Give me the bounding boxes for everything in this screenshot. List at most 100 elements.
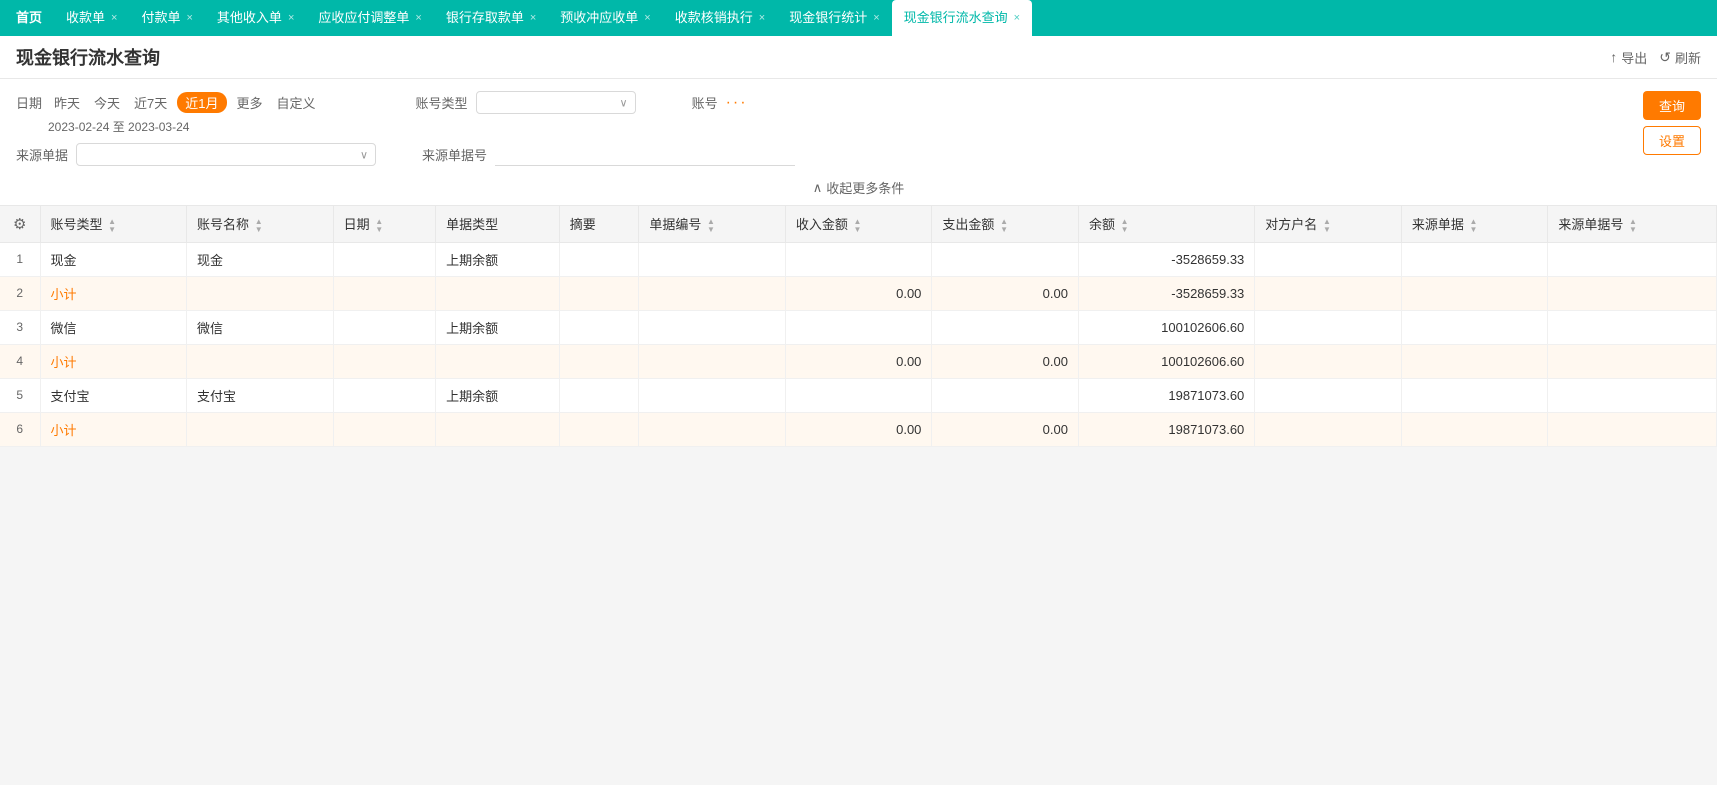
nav-item-bank-flow[interactable]: 现金银行流水查询 ×	[892, 0, 1032, 36]
account-ellipsis-btn[interactable]: ···	[726, 94, 748, 112]
nav-item-bank-deposit[interactable]: 银行存取款单 ×	[434, 0, 548, 36]
cell-account-name: 支付宝	[187, 378, 334, 412]
cell-income: 0.00	[785, 412, 932, 446]
source-doc-no-sort[interactable]: ▲▼	[1629, 218, 1637, 234]
nav-bank-flow-label: 现金银行流水查询	[904, 0, 1008, 36]
query-button[interactable]: 查询	[1643, 91, 1701, 120]
cell-doc-type: 上期余额	[436, 242, 560, 276]
nav-item-ar-ap-adjust[interactable]: 应收应付调整单 ×	[306, 0, 433, 36]
refresh-icon: ↺	[1659, 49, 1671, 66]
date-opt-today[interactable]: 今天	[90, 92, 124, 113]
cell-source-doc-no	[1548, 412, 1717, 446]
nav-prepaid-close[interactable]: ×	[644, 0, 650, 36]
nav-item-bank-stats[interactable]: 现金银行统计 ×	[777, 0, 891, 36]
data-table: ⚙ 账号类型 ▲▼ 账号名称 ▲▼ 日期 ▲▼ 单据类型 摘	[0, 206, 1717, 447]
cell-idx: 2	[0, 276, 40, 310]
cell-date	[333, 310, 436, 344]
nav-receipt-close[interactable]: ×	[111, 0, 117, 36]
table-body: 1现金现金上期余额-3528659.332小计0.000.00-3528659.…	[0, 242, 1717, 446]
col-summary-label: 摘要	[570, 217, 596, 232]
cell-doc-no	[639, 310, 786, 344]
cell-account-type: 现金	[40, 242, 187, 276]
cell-summary	[559, 344, 639, 378]
cell-income	[785, 378, 932, 412]
table-row: 1现金现金上期余额-3528659.33	[0, 242, 1717, 276]
cell-balance: 100102606.60	[1078, 344, 1254, 378]
account-name-sort[interactable]: ▲▼	[255, 218, 263, 234]
source-doc-label: 来源单据	[16, 145, 68, 164]
col-gear[interactable]: ⚙	[0, 206, 40, 242]
nav-bank-stats-close[interactable]: ×	[873, 0, 879, 36]
cell-expense	[932, 310, 1079, 344]
date-opt-more[interactable]: 更多	[233, 92, 267, 113]
nav-item-other-income[interactable]: 其他收入单 ×	[205, 0, 306, 36]
balance-sort[interactable]: ▲▼	[1121, 218, 1129, 234]
nav-bank-deposit-label: 银行存取款单	[446, 0, 524, 36]
cell-source-doc-no	[1548, 242, 1717, 276]
account-type-select-wrapper[interactable]	[476, 91, 636, 114]
source-doc-select[interactable]	[76, 143, 376, 166]
export-button[interactable]: ↑ 导出	[1610, 48, 1647, 67]
col-expense: 支出金额 ▲▼	[932, 206, 1079, 242]
date-opt-7days[interactable]: 近7天	[130, 92, 171, 113]
table-gear-icon[interactable]: ⚙	[13, 215, 26, 233]
nav-item-receipt[interactable]: 收款单 ×	[54, 0, 129, 36]
date-range-display: 2023-02-24 至 2023-03-24	[48, 120, 189, 134]
account-type-select[interactable]	[476, 91, 636, 114]
cell-expense	[932, 242, 1079, 276]
date-opt-yesterday[interactable]: 昨天	[50, 92, 84, 113]
source-doc-select-wrapper[interactable]	[76, 143, 376, 166]
nav-item-home[interactable]: 首页	[4, 0, 54, 36]
income-sort[interactable]: ▲▼	[854, 218, 862, 234]
cell-counterpart	[1255, 276, 1402, 310]
nav-bank-deposit-close[interactable]: ×	[530, 0, 536, 36]
date-sort[interactable]: ▲▼	[375, 218, 383, 234]
nav-item-prepaid[interactable]: 预收冲应收单 ×	[548, 0, 662, 36]
date-opt-custom[interactable]: 自定义	[273, 92, 320, 113]
cell-source-doc	[1401, 344, 1548, 378]
action-buttons: 查询 设置	[1643, 91, 1701, 155]
cell-counterpart	[1255, 310, 1402, 344]
cell-idx: 5	[0, 378, 40, 412]
cell-date	[333, 276, 436, 310]
counterpart-sort[interactable]: ▲▼	[1323, 218, 1331, 234]
settings-button[interactable]: 设置	[1643, 126, 1701, 155]
cell-date	[333, 344, 436, 378]
cell-source-doc	[1401, 242, 1548, 276]
cell-date	[333, 242, 436, 276]
page-header: 现金银行流水查询 ↑ 导出 ↺ 刷新	[0, 36, 1717, 79]
nav-item-writeoff[interactable]: 收款核销执行 ×	[663, 0, 777, 36]
expense-sort[interactable]: ▲▼	[1000, 218, 1008, 234]
nav-bank-flow-close[interactable]: ×	[1014, 0, 1020, 36]
table-row: 3微信微信上期余额100102606.60	[0, 310, 1717, 344]
source-doc-no-label: 来源单据号	[422, 145, 487, 164]
nav-ar-ap-close[interactable]: ×	[415, 0, 421, 36]
collapse-button[interactable]: ∧ 收起更多条件	[813, 178, 905, 197]
col-doc-type-label: 单据类型	[446, 217, 498, 232]
doc-no-sort[interactable]: ▲▼	[707, 218, 715, 234]
source-doc-sort[interactable]: ▲▼	[1469, 218, 1477, 234]
col-date: 日期 ▲▼	[333, 206, 436, 242]
account-type-sort[interactable]: ▲▼	[108, 218, 116, 234]
page-title: 现金银行流水查询	[16, 44, 160, 70]
nav-writeoff-close[interactable]: ×	[759, 0, 765, 36]
nav-payment-close[interactable]: ×	[186, 0, 192, 36]
source-doc-no-input[interactable]	[495, 144, 795, 166]
cell-income: 0.00	[785, 276, 932, 310]
cell-counterpart	[1255, 344, 1402, 378]
refresh-button[interactable]: ↺ 刷新	[1659, 48, 1701, 67]
nav-payment-label: 付款单	[141, 0, 180, 36]
date-opt-1month[interactable]: 近1月	[177, 92, 226, 113]
col-source-doc: 来源单据 ▲▼	[1401, 206, 1548, 242]
col-account-name-label: 账号名称	[197, 217, 249, 232]
nav-other-income-close[interactable]: ×	[288, 0, 294, 36]
cell-summary	[559, 310, 639, 344]
source-doc-filter-group: 来源单据	[16, 143, 376, 166]
cell-balance: 100102606.60	[1078, 310, 1254, 344]
cell-doc-type: 上期余额	[436, 378, 560, 412]
nav-item-payment[interactable]: 付款单 ×	[129, 0, 204, 36]
header-actions: ↑ 导出 ↺ 刷新	[1610, 48, 1701, 67]
col-doc-no: 单据编号 ▲▼	[639, 206, 786, 242]
cell-source-doc	[1401, 378, 1548, 412]
cell-source-doc	[1401, 412, 1548, 446]
